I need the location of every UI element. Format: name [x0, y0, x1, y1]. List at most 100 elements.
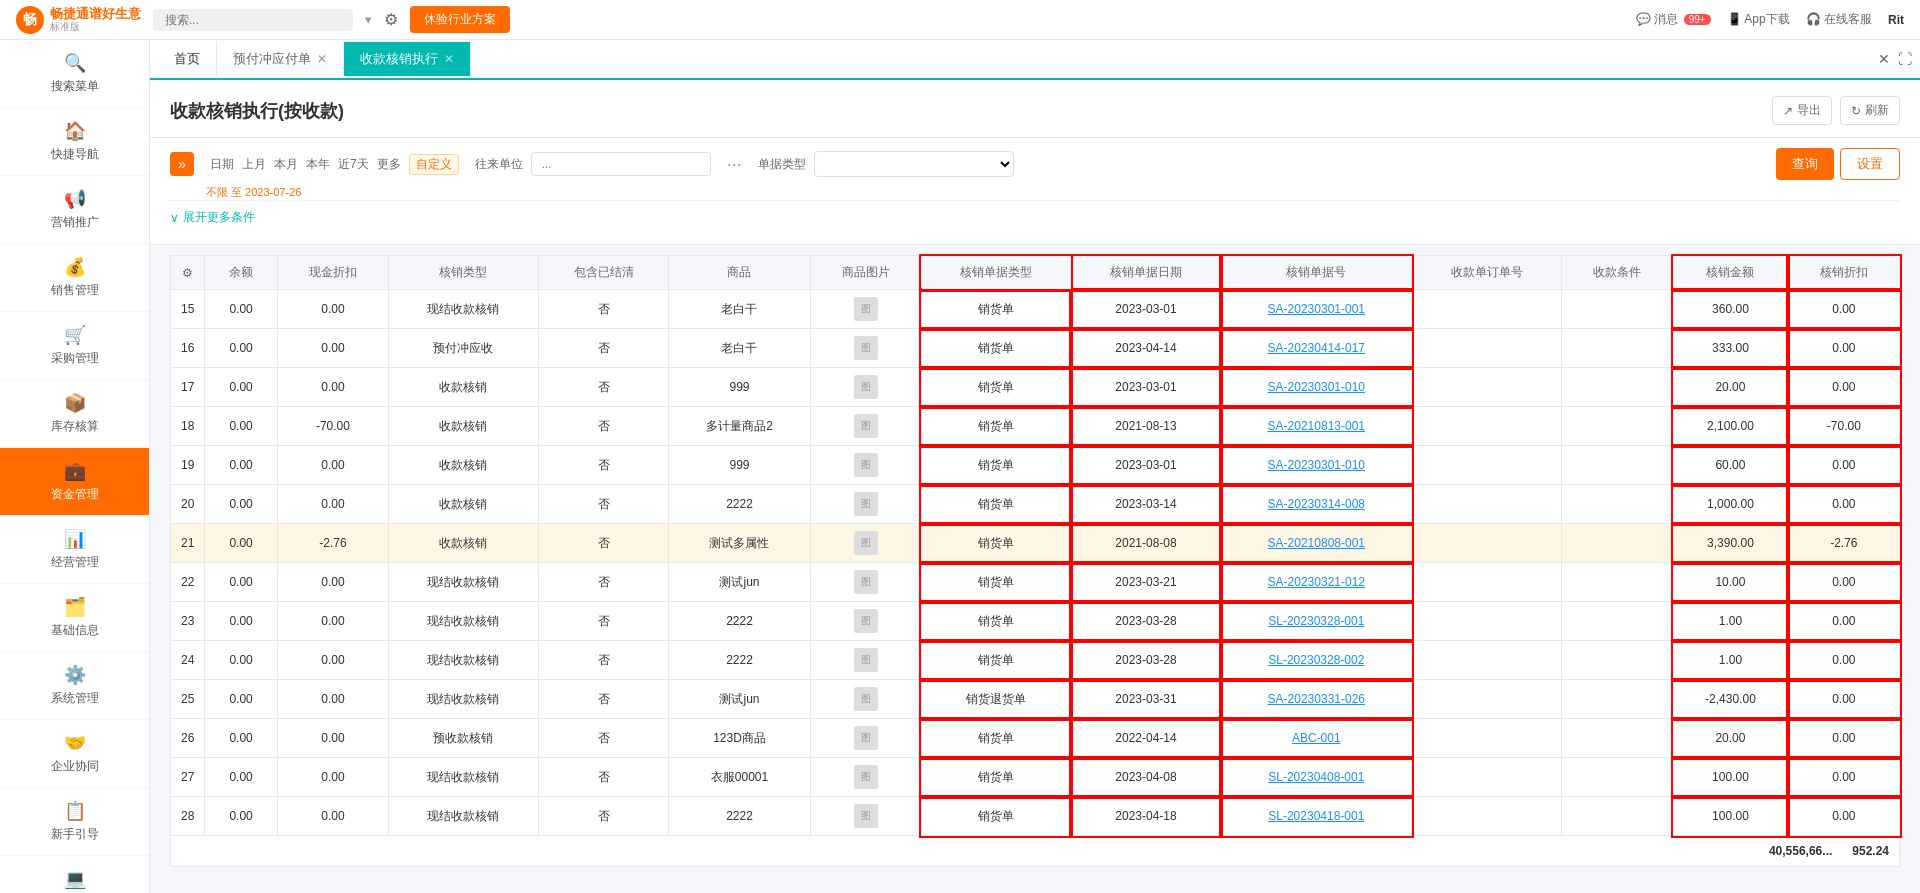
date-link-custom[interactable]: 自定义	[409, 154, 459, 175]
cell-cancel-number[interactable]: SA-20230331-026	[1221, 680, 1412, 719]
cell-cancel-number[interactable]: SA-20230301-010	[1221, 368, 1412, 407]
cell-cancel-amount: 1.00	[1673, 641, 1789, 680]
tab-home[interactable]: 首页	[158, 42, 217, 76]
cell-cancel-number[interactable]: SA-20210813-001	[1221, 407, 1412, 446]
cell-cash-discount: 0.00	[277, 719, 388, 758]
cell-cancel-number[interactable]: SA-20230321-012	[1221, 563, 1412, 602]
sidebar-item-enterprise[interactable]: 🤝 企业协同	[0, 720, 149, 788]
sidebar: 🔍 搜索菜单 🏠 快捷导航 📢 营销推广 💰 销售管理 🛒 采购管理 📦 库存核…	[0, 40, 150, 893]
cell-cancel-discount: 0.00	[1788, 680, 1899, 719]
cell-balance: 0.00	[205, 719, 278, 758]
cell-cancel-number[interactable]: SL-20230328-002	[1221, 641, 1412, 680]
cell-cancel-number[interactable]: ABC-001	[1221, 719, 1412, 758]
cell-id: 27	[171, 758, 205, 797]
cell-product-image: 图	[810, 680, 921, 719]
sidebar-item-sales[interactable]: 💰 销售管理	[0, 244, 149, 312]
cell-cancel-date: 2023-04-18	[1071, 797, 1221, 836]
cell-cancel-number[interactable]: SL-20230408-001	[1221, 758, 1412, 797]
operations-icon: 📊	[64, 528, 86, 550]
collection-tab-close[interactable]: ✕	[444, 52, 454, 66]
refresh-btn[interactable]: ↻ 刷新	[1840, 96, 1900, 125]
sidebar-item-marketing[interactable]: 📢 营销推广	[0, 176, 149, 244]
cell-id: 23	[171, 602, 205, 641]
sidebar-label-marketing: 营销推广	[51, 214, 99, 231]
date-link-this-month[interactable]: 本月	[274, 156, 298, 173]
cell-cancel-type: 现结收款核销	[389, 797, 539, 836]
cell-cancel-amount: 3,390.00	[1673, 524, 1789, 563]
app-download[interactable]: 📱 App下载	[1727, 11, 1790, 28]
sidebar-item-system[interactable]: ⚙️ 系统管理	[0, 652, 149, 720]
sidebar-item-shortcuts[interactable]: 🏠 快捷导航	[0, 108, 149, 176]
table-row: 17 0.00 0.00 收款核销 否 999 图 销货单 2023-03-01…	[171, 368, 1900, 407]
filter-settings-btn[interactable]: 设置	[1840, 148, 1900, 180]
cell-cancel-number[interactable]: SA-20230301-010	[1221, 446, 1412, 485]
cell-cancel-voucher-type: 销货单	[921, 446, 1071, 485]
col-header-gear[interactable]: ⚙	[171, 256, 205, 290]
col-header-cancel-number: 核销单据号	[1221, 256, 1412, 290]
cell-cancel-number[interactable]: SA-20230301-001	[1221, 290, 1412, 329]
cell-includes-settled: 否	[538, 446, 669, 485]
tab-expand-btn[interactable]: ⛶	[1898, 51, 1912, 67]
cell-product-image: 图	[810, 563, 921, 602]
cell-includes-settled: 否	[538, 329, 669, 368]
sidebar-item-guide[interactable]: 📋 新手引导	[0, 788, 149, 856]
cell-product: 2222	[669, 602, 810, 641]
date-link-last-month[interactable]: 上月	[242, 156, 266, 173]
cell-receipt-order-no	[1412, 485, 1562, 524]
cell-cancel-number[interactable]: SL-20230328-001	[1221, 602, 1412, 641]
headset-icon: 🎧	[1806, 12, 1821, 26]
date-link-this-year[interactable]: 本年	[306, 156, 330, 173]
sidebar-label-system: 系统管理	[51, 690, 99, 707]
cell-includes-settled: 否	[538, 407, 669, 446]
cell-cancel-type: 收款核销	[389, 446, 539, 485]
sidebar-item-purchase[interactable]: 🛒 采购管理	[0, 312, 149, 380]
cell-receipt-order-no	[1412, 524, 1562, 563]
tab-close-all-btn[interactable]: ✕	[1878, 51, 1890, 67]
cell-receipt-condition	[1562, 290, 1673, 329]
filter-expand-btn[interactable]: »	[170, 152, 194, 176]
cell-cancel-date: 2023-03-14	[1071, 485, 1221, 524]
cell-receipt-order-no	[1412, 563, 1562, 602]
cell-cancel-number[interactable]: SA-20230414-017	[1221, 329, 1412, 368]
online-service[interactable]: 🎧 在线客服	[1806, 11, 1872, 28]
refresh-icon: ↻	[1851, 104, 1861, 118]
date-link-more[interactable]: 更多	[377, 156, 401, 173]
cell-product-image: 图	[810, 485, 921, 524]
sidebar-item-inventory[interactable]: 📦 库存核算	[0, 380, 149, 448]
sidebar-item-finance[interactable]: 💼 资金管理	[0, 448, 149, 516]
tab-prepay[interactable]: 预付冲应付单 ✕	[217, 42, 344, 76]
dropdown-icon[interactable]: ▾	[365, 12, 372, 27]
cell-cancel-voucher-type: 销货单	[921, 797, 1071, 836]
cell-cancel-number[interactable]: SL-20230418-001	[1221, 797, 1412, 836]
date-link-7days[interactable]: 近7天	[338, 156, 369, 173]
industry-btn[interactable]: 休验行业方案	[410, 6, 510, 33]
sidebar-item-hardware[interactable]: 💻 智能硬件	[0, 856, 149, 893]
cell-cancel-type: 现结收款核销	[389, 680, 539, 719]
tab-collection[interactable]: 收款核销执行 ✕	[344, 42, 471, 76]
cell-cancel-number[interactable]: SA-20210808-001	[1221, 524, 1412, 563]
message-area[interactable]: 💬 消息 99+	[1636, 11, 1711, 28]
cell-cash-discount: 0.00	[277, 485, 388, 524]
date-range-display: 不限 至 2023-07-26	[206, 186, 301, 198]
query-btn[interactable]: 查询	[1776, 148, 1834, 180]
table-row: 16 0.00 0.00 预付冲应收 否 老白干 图 销货单 2023-04-1…	[171, 329, 1900, 368]
partner-input[interactable]	[531, 152, 711, 176]
sidebar-item-search[interactable]: 🔍 搜索菜单	[0, 40, 149, 108]
user-name[interactable]: Rit	[1888, 13, 1904, 27]
prepay-tab-close[interactable]: ✕	[317, 52, 327, 66]
export-btn[interactable]: ↗ 导出	[1772, 96, 1832, 125]
cell-id: 19	[171, 446, 205, 485]
col-header-product: 商品	[669, 256, 810, 290]
cell-balance: 0.00	[205, 485, 278, 524]
cell-cancel-voucher-type: 销货单	[921, 719, 1071, 758]
settings-icon[interactable]: ⚙	[384, 10, 398, 29]
voucher-type-select[interactable]	[814, 151, 1014, 177]
cell-includes-settled: 否	[538, 290, 669, 329]
cell-cancel-number[interactable]: SA-20230314-008	[1221, 485, 1412, 524]
top-search-input[interactable]	[153, 9, 353, 31]
sidebar-item-operations[interactable]: 📊 经营管理	[0, 516, 149, 584]
message-label: 消息	[1654, 12, 1678, 26]
cell-receipt-condition	[1562, 680, 1673, 719]
expand-more-btn[interactable]: ∨ 展开更多条件	[170, 200, 1900, 234]
sidebar-item-basic[interactable]: 🗂️ 基础信息	[0, 584, 149, 652]
